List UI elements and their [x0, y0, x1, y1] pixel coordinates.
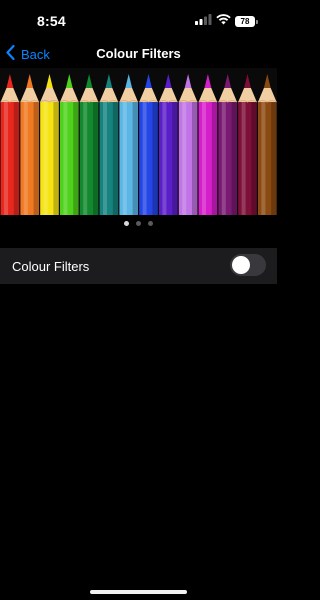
cellular-signal-icon: [195, 12, 212, 30]
status-bar: 8:54 78: [0, 0, 277, 40]
battery-icon: 78: [235, 15, 258, 27]
pencil: [99, 74, 119, 215]
colour-pencils-preview[interactable]: [0, 68, 277, 215]
pencil: [39, 74, 60, 215]
colour-filters-row: Colour Filters: [0, 248, 277, 284]
home-indicator[interactable]: [90, 590, 187, 594]
page-dot[interactable]: [124, 220, 129, 226]
pencil: [178, 74, 198, 215]
status-icons: 78: [195, 12, 258, 30]
pencil: [198, 74, 218, 215]
page-dot[interactable]: [136, 220, 141, 226]
page-control[interactable]: [0, 216, 277, 230]
navigation-bar: Back Colour Filters: [0, 40, 277, 68]
status-time: 8:54: [37, 13, 66, 29]
pencil: [119, 74, 139, 215]
toggle-knob: [232, 256, 250, 274]
wifi-icon: [216, 12, 231, 30]
pencils-illustration: [0, 74, 277, 215]
pencil: [0, 74, 20, 215]
pencil: [218, 74, 238, 215]
colour-filters-label: Colour Filters: [12, 259, 90, 274]
pencil: [79, 74, 99, 215]
pencil: [59, 74, 79, 215]
pencil: [20, 74, 40, 215]
pencil: [138, 74, 159, 215]
page-dot[interactable]: [148, 220, 153, 226]
page-title: Colour Filters: [96, 46, 181, 61]
pencil: [237, 74, 258, 215]
pencil: [158, 74, 178, 215]
pencil: [257, 74, 277, 215]
colour-filters-toggle[interactable]: [230, 254, 266, 276]
